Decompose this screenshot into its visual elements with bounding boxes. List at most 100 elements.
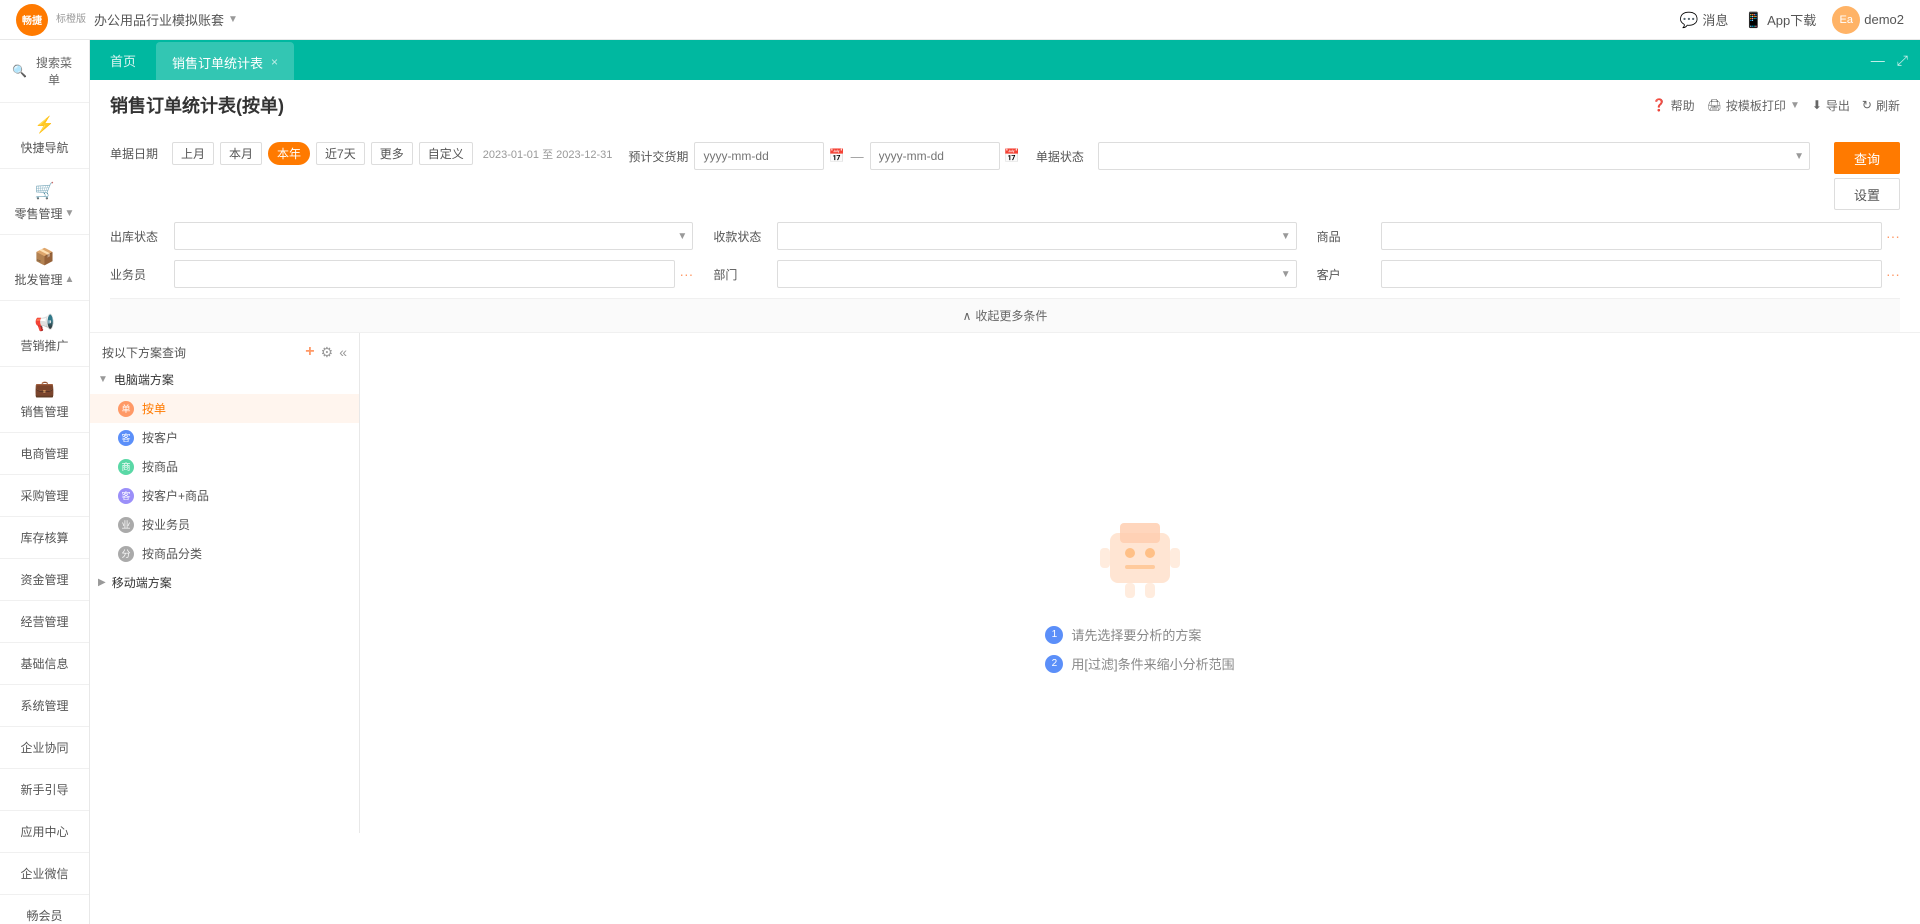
sidebar-item-member[interactable]: 畅会员 bbox=[0, 895, 89, 924]
sidebar-item-system[interactable]: 系统管理 bbox=[0, 685, 89, 726]
salesperson-ellipsis-icon[interactable]: ··· bbox=[679, 266, 693, 282]
tip-number-2: 2 bbox=[1045, 655, 1063, 673]
app-download-btn[interactable]: 📱 App下载 bbox=[1744, 10, 1816, 29]
expected-date-end-input[interactable] bbox=[870, 142, 1000, 170]
settings-btn[interactable]: 设置 bbox=[1834, 178, 1900, 210]
tab-active[interactable]: 销售订单统计表 × bbox=[156, 42, 294, 82]
customer-input[interactable] bbox=[1381, 260, 1882, 288]
sidebar-item-wholesale[interactable]: 📦 批发管理 ▲ bbox=[0, 235, 89, 300]
cal-start-icon[interactable]: 📅 bbox=[828, 148, 844, 164]
pc-section-arrow-icon: ▼ bbox=[98, 374, 108, 385]
sidebar-item-shortcut[interactable]: ⚡ 快捷导航 bbox=[0, 103, 89, 168]
sidebar-item-basic[interactable]: 基础信息 bbox=[0, 643, 89, 684]
tab-bar: 首页 销售订单统计表 × — ⤢ bbox=[90, 40, 1920, 80]
query-action-group: 查询 设置 bbox=[1834, 142, 1900, 210]
scheme-item-salesperson[interactable]: 业 按业务员 bbox=[90, 510, 359, 539]
more-date-btn[interactable]: 更多 bbox=[371, 142, 413, 165]
empty-tip-2: 2 用[过滤]条件来缩小分析范围 bbox=[1045, 654, 1234, 673]
customer-group: 客户 ··· bbox=[1317, 260, 1900, 288]
receipt-status-select[interactable] bbox=[777, 222, 1296, 250]
tab-minimize-btn[interactable]: — bbox=[1867, 48, 1889, 72]
template-print-btn[interactable]: 🖨 按模板打印 ▼ bbox=[1707, 97, 1800, 114]
bill-date-group: 单据日期 上月 本月 本年 近7天 更多 自定义 2023-01-01 至 20… bbox=[110, 142, 612, 165]
scheme-item-active[interactable]: 单 按单 bbox=[90, 394, 359, 423]
sidebar-item-finance[interactable]: 资金管理 bbox=[0, 559, 89, 600]
sidebar-basic-section: 基础信息 bbox=[0, 643, 89, 685]
sidebar-guide-section: 新手引导 bbox=[0, 769, 89, 811]
customer-ellipsis-icon[interactable]: ··· bbox=[1886, 266, 1900, 282]
user-avatar[interactable]: Ea demo2 bbox=[1832, 6, 1904, 34]
cal-end-icon[interactable]: 📅 bbox=[1004, 148, 1020, 164]
sidebar-item-guide[interactable]: 新手引导 bbox=[0, 769, 89, 810]
dropdown-title[interactable]: 办公用品行业模拟账套 ▼ bbox=[94, 10, 238, 29]
goods-input[interactable] bbox=[1381, 222, 1882, 250]
bill-date-label: 单据日期 bbox=[110, 145, 166, 162]
main-layout: 🔍 搜索菜单 ⚡ 快捷导航 🛒 零售管理 ▼ 📦 批发管 bbox=[0, 40, 1920, 924]
sidebar-item-enterprise[interactable]: 企业协同 bbox=[0, 727, 89, 768]
ship-status-select[interactable] bbox=[174, 222, 693, 250]
sidebar-item-ecommerce[interactable]: 电商管理 bbox=[0, 433, 89, 474]
scheme-header-actions: + ⚙ « bbox=[305, 343, 347, 361]
marketing-icon: 📢 bbox=[35, 313, 55, 333]
top-bar-left: 畅捷 标橙版 办公用品行业模拟账套 ▼ bbox=[16, 4, 238, 36]
scheme-add-btn[interactable]: + bbox=[305, 343, 314, 361]
sidebar-item-marketing[interactable]: 📢 营销推广 bbox=[0, 301, 89, 366]
sidebar-purchase-section: 采购管理 bbox=[0, 475, 89, 517]
bill-status-group: 单据状态 ▼ bbox=[1036, 142, 1810, 170]
department-select[interactable] bbox=[777, 260, 1296, 288]
filter-row-2: 出库状态 ▼ 收款状态 ▼ 商品 bbox=[110, 222, 1900, 250]
sidebar-item-inventory[interactable]: 库存核算 bbox=[0, 517, 89, 558]
print-icon: 🖨 bbox=[1707, 98, 1722, 112]
refresh-btn[interactable]: ↻ 刷新 bbox=[1862, 97, 1900, 114]
sidebar-wechat-section: 企业微信 bbox=[0, 853, 89, 895]
scheme-collapse-btn[interactable]: « bbox=[339, 344, 347, 360]
ship-status-group: 出库状态 ▼ bbox=[110, 222, 693, 250]
last7days-btn[interactable]: 近7天 bbox=[316, 142, 365, 165]
export-btn[interactable]: ⬇ 导出 bbox=[1812, 97, 1850, 114]
last-month-btn[interactable]: 上月 bbox=[172, 142, 214, 165]
custom-date-btn[interactable]: 自定义 bbox=[419, 142, 473, 165]
sidebar-item-operation[interactable]: 经营管理 bbox=[0, 601, 89, 642]
expected-date-start-input[interactable] bbox=[694, 142, 824, 170]
tab-maximize-btn[interactable]: ⤢ bbox=[1893, 48, 1912, 73]
sidebar-system-section: 系统管理 bbox=[0, 685, 89, 727]
collapse-btn[interactable]: ∧ 收起更多条件 bbox=[110, 298, 1900, 332]
sidebar-appcenter-section: 应用中心 bbox=[0, 811, 89, 853]
message-btn[interactable]: 💬 消息 bbox=[1680, 10, 1729, 29]
sidebar-item-wechat[interactable]: 企业微信 bbox=[0, 853, 89, 894]
sidebar-enterprise-section: 企业协同 bbox=[0, 727, 89, 769]
scheme-item-customer-icon: 客 bbox=[118, 430, 134, 446]
sidebar-item-appcenter[interactable]: 应用中心 bbox=[0, 811, 89, 852]
help-btn[interactable]: ❓ 帮助 bbox=[1652, 97, 1695, 114]
scheme-item-category[interactable]: 分 按商品分类 bbox=[90, 539, 359, 568]
page-actions: ❓ 帮助 🖨 按模板打印 ▼ ⬇ 导出 ↻ 刷新 bbox=[1652, 97, 1900, 114]
sidebar-item-sales[interactable]: 💼 销售管理 bbox=[0, 367, 89, 432]
sidebar-inventory-section: 库存核算 bbox=[0, 517, 89, 559]
sidebar-item-retail[interactable]: 🛒 零售管理 ▼ bbox=[0, 169, 89, 234]
tip-number-1: 1 bbox=[1045, 626, 1063, 644]
scheme-item-customer[interactable]: 客 按客户 bbox=[90, 423, 359, 452]
page-title: 销售订单统计表(按单) bbox=[110, 92, 284, 118]
pc-scheme-section-header[interactable]: ▼ 电脑端方案 bbox=[90, 365, 359, 394]
sidebar-member-section: 畅会员 bbox=[0, 895, 89, 924]
scheme-item-customer-goods[interactable]: 客 按客户+商品 bbox=[90, 481, 359, 510]
goods-ellipsis-icon[interactable]: ··· bbox=[1886, 228, 1900, 244]
scheme-item-goods[interactable]: 商 按商品 bbox=[90, 452, 359, 481]
query-btn[interactable]: 查询 bbox=[1834, 142, 1900, 174]
salesperson-label: 业务员 bbox=[110, 266, 166, 283]
sidebar-item-purchase[interactable]: 采购管理 bbox=[0, 475, 89, 516]
scheme-settings-btn[interactable]: ⚙ bbox=[321, 344, 334, 361]
scheme-item-salesperson-icon: 业 bbox=[118, 517, 134, 533]
goods-group: 商品 ··· bbox=[1317, 222, 1900, 250]
this-year-btn[interactable]: 本年 bbox=[268, 142, 310, 165]
tab-close-btn[interactable]: × bbox=[271, 55, 278, 69]
search-menu-btn[interactable]: 🔍 搜索菜单 bbox=[8, 50, 81, 92]
mobile-scheme-section-header[interactable]: ▶ 移动端方案 bbox=[90, 568, 359, 597]
this-month-btn[interactable]: 本月 bbox=[220, 142, 262, 165]
search-icon: 🔍 bbox=[12, 64, 27, 78]
salesperson-input[interactable] bbox=[174, 260, 675, 288]
expected-date-group: 预计交货期 📅 — 📅 bbox=[628, 142, 1019, 170]
tab-home[interactable]: 首页 bbox=[90, 40, 156, 80]
date-dash: — bbox=[851, 149, 864, 164]
bill-status-select[interactable] bbox=[1098, 142, 1810, 170]
